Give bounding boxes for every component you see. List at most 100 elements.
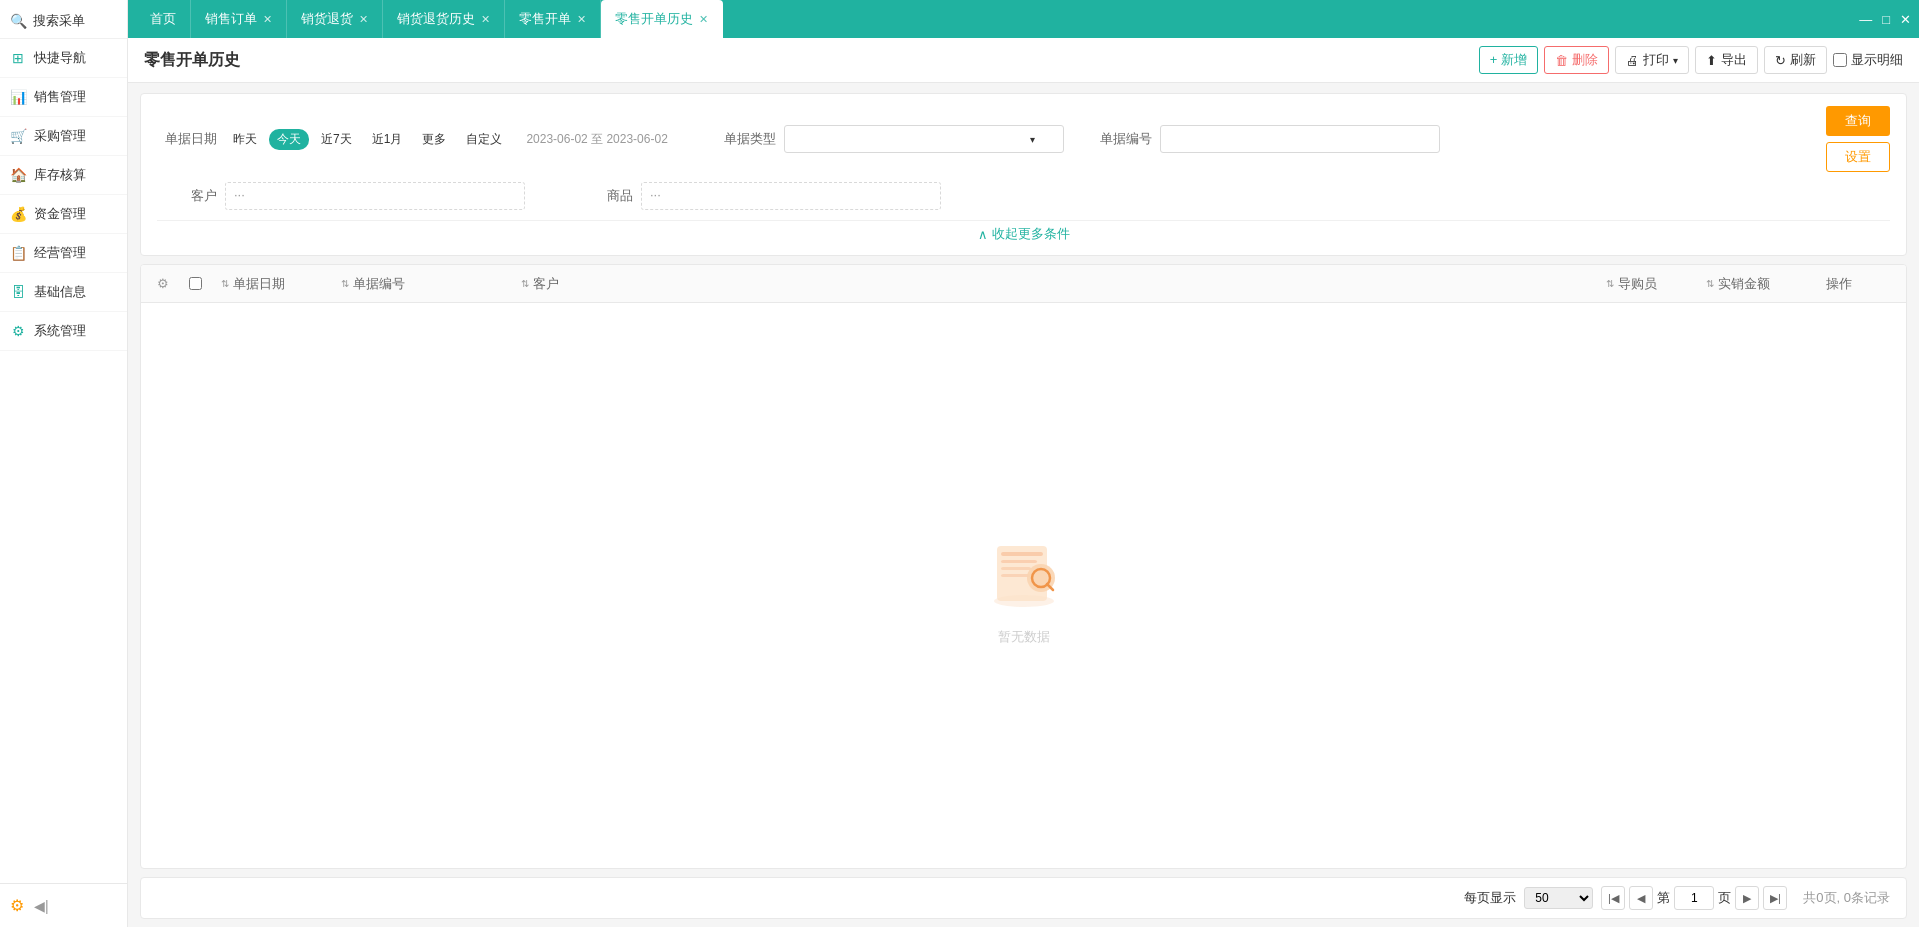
sidebar-search[interactable]: 🔍 搜索采单 <box>0 0 127 39</box>
filter-row-customer: 客户 ··· 商品 ··· <box>157 182 1890 210</box>
sidebar-collapse-icon[interactable]: ◀| <box>34 898 49 914</box>
main-area: 首页 销售订单 ✕ 销货退货 ✕ 销货退货历史 ✕ 零售开单 ✕ 零售开单历史 … <box>128 0 1919 927</box>
th-amount-label: 实销金额 <box>1718 275 1770 293</box>
print-icon: 🖨 <box>1626 53 1639 68</box>
sidebar-item-label: 系统管理 <box>34 322 86 340</box>
th-date-label: 单据日期 <box>233 275 285 293</box>
operation-icon: 📋 <box>10 245 26 261</box>
goods-label: 商品 <box>573 187 633 205</box>
page-input[interactable] <box>1674 886 1714 910</box>
close-icon[interactable]: ✕ <box>359 13 368 26</box>
show-detail-checkbox[interactable] <box>1833 53 1847 67</box>
th-action-label: 操作 <box>1826 275 1852 293</box>
settings-icon[interactable]: ⚙ <box>157 276 169 291</box>
customer-placeholder: ··· <box>234 187 245 202</box>
collapse-filter-btn[interactable]: ∧ 收起更多条件 <box>157 220 1890 247</box>
tab-label: 销货退货历史 <box>397 10 475 28</box>
sidebar-item-basic-info[interactable]: 🗄 基础信息 <box>0 273 127 312</box>
print-button[interactable]: 🖨 打印 ▾ <box>1615 46 1689 74</box>
sidebar-item-sales-mgmt[interactable]: 📊 销售管理 <box>0 78 127 117</box>
window-maximize-btn[interactable]: □ <box>1882 12 1890 27</box>
th-date[interactable]: ⇅ 单据日期 <box>213 275 333 293</box>
customer-input[interactable]: ··· <box>225 182 525 210</box>
date-btn-today[interactable]: 今天 <box>269 129 309 150</box>
th-customer-label: 客户 <box>533 275 559 293</box>
show-detail-toggle[interactable]: 显示明细 <box>1833 51 1903 69</box>
window-minimize-btn[interactable]: — <box>1859 12 1872 27</box>
chevron-down-icon: ▾ <box>1030 134 1035 145</box>
close-icon[interactable]: ✕ <box>699 13 708 26</box>
quick-nav-icon: ⊞ <box>10 50 26 66</box>
sort-icon: ⇅ <box>521 278 529 289</box>
sidebar-item-inventory[interactable]: 🏠 库存核算 <box>0 156 127 195</box>
sidebar-footer: ⚙ ◀| <box>0 883 127 927</box>
query-buttons: 查询 设置 <box>1826 106 1890 172</box>
date-btn-more[interactable]: 更多 <box>414 129 454 150</box>
inventory-icon: 🏠 <box>10 167 26 183</box>
date-btn-custom[interactable]: 自定义 <box>458 129 510 150</box>
tab-sales-return-hist[interactable]: 销货退货历史 ✕ <box>383 0 505 38</box>
th-guide[interactable]: ⇅ 导购员 <box>1598 275 1698 293</box>
per-page-select[interactable]: 50 10 20 100 <box>1524 887 1593 909</box>
th-settings[interactable]: ⚙ <box>149 276 181 291</box>
bill-type-label: 单据类型 <box>716 130 776 148</box>
print-label: 打印 <box>1643 51 1669 69</box>
sales-mgmt-icon: 📊 <box>10 89 26 105</box>
per-page-label: 每页显示 <box>1464 889 1516 907</box>
add-label: + 新增 <box>1490 51 1527 69</box>
sidebar-item-label: 快捷导航 <box>34 49 86 67</box>
bill-type-select[interactable]: ▾ <box>784 125 1064 153</box>
sidebar-item-system-mgmt[interactable]: ⚙ 系统管理 <box>0 312 127 351</box>
tab-sales-return[interactable]: 销货退货 ✕ <box>287 0 383 38</box>
date-btn-7days[interactable]: 近7天 <box>313 129 360 150</box>
sidebar-item-finance[interactable]: 💰 资金管理 <box>0 195 127 234</box>
page-title: 零售开单历史 <box>144 50 1473 71</box>
prev-page-btn[interactable]: ◀ <box>1629 886 1653 910</box>
tab-retail-open-hist[interactable]: 零售开单历史 ✕ <box>601 0 723 38</box>
date-btn-1month[interactable]: 近1月 <box>364 129 411 150</box>
sidebar-item-label: 库存核算 <box>34 166 86 184</box>
goods-placeholder: ··· <box>650 187 661 202</box>
sidebar-item-purchase-mgmt[interactable]: 🛒 采购管理 <box>0 117 127 156</box>
table-header: ⚙ ⇅ 单据日期 ⇅ 单据编号 ⇅ 客户 ⇅ <box>141 265 1906 303</box>
page-suffix: 页 <box>1718 889 1731 907</box>
select-all-checkbox[interactable] <box>189 277 202 290</box>
close-icon[interactable]: ✕ <box>481 13 490 26</box>
window-close-btn[interactable]: ✕ <box>1900 12 1911 27</box>
close-icon[interactable]: ✕ <box>577 13 586 26</box>
sort-icon: ⇅ <box>1706 278 1714 289</box>
sidebar-item-operation[interactable]: 📋 经营管理 <box>0 234 127 273</box>
goods-input[interactable]: ··· <box>641 182 941 210</box>
refresh-button[interactable]: ↻ 刷新 <box>1764 46 1827 74</box>
pagination: 每页显示 50 10 20 100 |◀ ◀ 第 页 ▶ ▶| 共0页, 0条记… <box>140 877 1907 919</box>
refresh-label: 刷新 <box>1790 51 1816 69</box>
th-customer[interactable]: ⇅ 客户 <box>513 275 1598 293</box>
delete-button[interactable]: 🗑 删除 <box>1544 46 1609 74</box>
next-page-btn[interactable]: ▶ <box>1735 886 1759 910</box>
th-checkbox[interactable] <box>181 277 213 290</box>
add-button[interactable]: + 新增 <box>1479 46 1538 74</box>
query-button[interactable]: 查询 <box>1826 106 1890 136</box>
th-guide-label: 导购员 <box>1618 275 1657 293</box>
first-page-btn[interactable]: |◀ <box>1601 886 1625 910</box>
bill-no-input[interactable] <box>1160 125 1440 153</box>
sort-icon: ⇅ <box>341 278 349 289</box>
tab-retail-open[interactable]: 零售开单 ✕ <box>505 0 601 38</box>
date-range-text: 2023-06-02 至 2023-06-02 <box>526 131 667 148</box>
close-icon[interactable]: ✕ <box>263 13 272 26</box>
export-button[interactable]: ⬆ 导出 <box>1695 46 1758 74</box>
th-billno[interactable]: ⇅ 单据编号 <box>333 275 513 293</box>
empty-text: 暂无数据 <box>998 628 1050 646</box>
setting-button[interactable]: 设置 <box>1826 142 1890 172</box>
total-info: 共0页, 0条记录 <box>1803 889 1890 907</box>
gear-icon[interactable]: ⚙ <box>10 896 24 915</box>
th-amount: ⇅ 实销金额 <box>1698 275 1818 293</box>
sidebar-item-quick-nav[interactable]: ⊞ 快捷导航 <box>0 39 127 78</box>
date-btn-yesterday[interactable]: 昨天 <box>225 129 265 150</box>
th-billno-label: 单据编号 <box>353 275 405 293</box>
last-page-btn[interactable]: ▶| <box>1763 886 1787 910</box>
tab-home[interactable]: 首页 <box>136 0 191 38</box>
tab-bar: 首页 销售订单 ✕ 销货退货 ✕ 销货退货历史 ✕ 零售开单 ✕ 零售开单历史 … <box>128 0 1919 38</box>
filter-row-date: 单据日期 昨天 今天 近7天 近1月 更多 自定义 2023-06-02 至 2… <box>157 106 1890 172</box>
tab-sales-order[interactable]: 销售订单 ✕ <box>191 0 287 38</box>
